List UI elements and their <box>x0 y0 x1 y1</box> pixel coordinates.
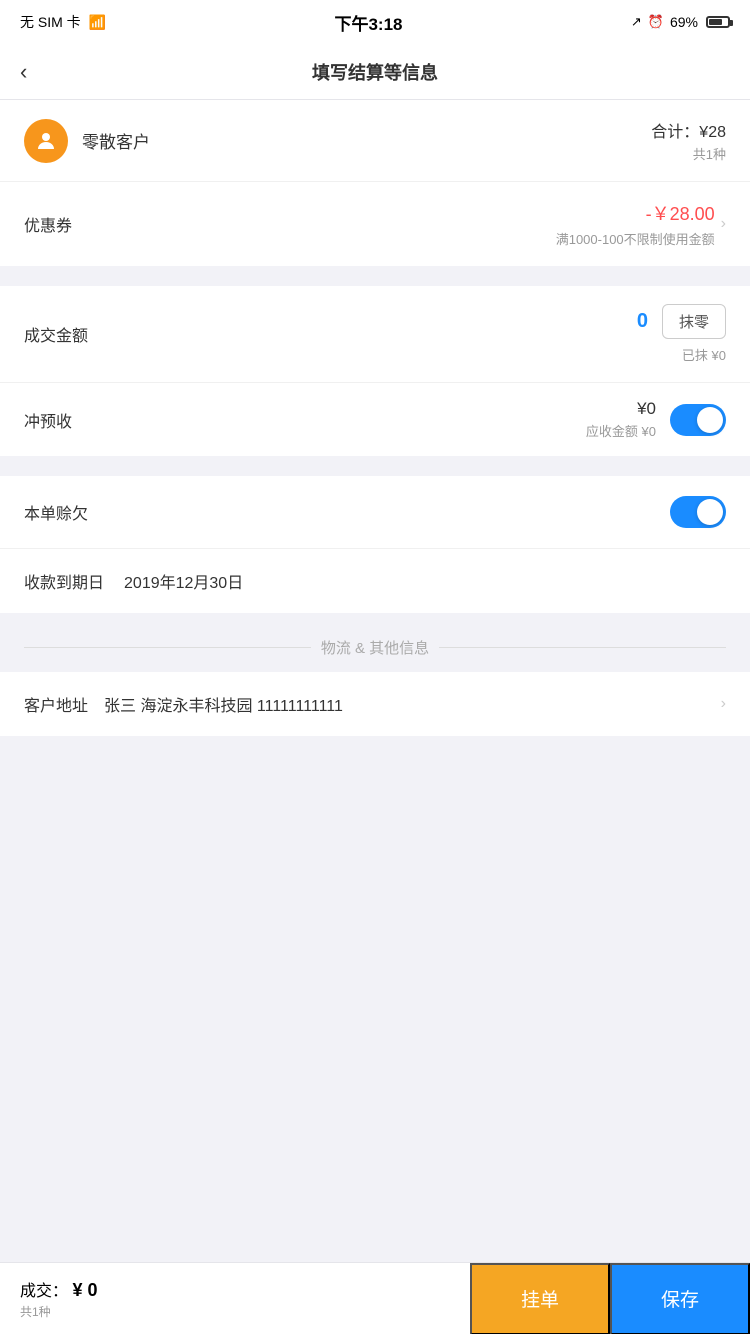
logistics-label: 物流 & 其他信息 <box>321 637 429 658</box>
chevron-right-icon: › <box>721 215 726 233</box>
debt-label: 本单赊欠 <box>24 500 88 524</box>
coupon-description: 满1000-100不限制使用金额 <box>556 229 715 248</box>
hang-button[interactable]: 挂单 <box>470 1263 610 1334</box>
address-value: 张三 海淀永丰科技园 11111111111 <box>104 692 711 716</box>
back-button[interactable]: ‹ <box>20 51 35 93</box>
customer-right: 合计：¥28 共1种 <box>651 118 726 163</box>
address-section: 客户地址 张三 海淀永丰科技园 11111111111 › <box>0 672 750 736</box>
bottom-summary-count: 共1种 <box>20 1303 450 1320</box>
content-area: 零散客户 合计：¥28 共1种 优惠券 -￥28.00 满1000-100不限制… <box>0 100 750 818</box>
deal-section: 成交金额 0 抹零 已抹 ¥0 冲预收 ¥0 应收金额 ¥0 <box>0 286 750 456</box>
coupon-right: -￥28.00 满1000-100不限制使用金额 › <box>556 200 726 248</box>
page-title: 填写结算等信息 <box>312 59 438 85</box>
status-left: 无 SIM 卡 📶 <box>20 12 106 32</box>
customer-name: 零散客户 <box>82 128 150 153</box>
battery-icon <box>706 16 730 28</box>
deal-amount: 0 <box>637 310 648 333</box>
due-date-label: 收款到期日 <box>24 569 104 593</box>
wifi-icon: 📶 <box>89 14 106 31</box>
deal-row: 成交金额 0 抹零 已抹 ¥0 <box>0 286 750 382</box>
nav-bar: ‹ 填写结算等信息 <box>0 44 750 100</box>
bottom-summary-prefix: 成交： <box>20 1283 68 1300</box>
customer-left: 零散客户 <box>24 119 150 163</box>
coupon-label: 优惠券 <box>24 212 72 236</box>
coupon-amount: -￥28.00 <box>556 200 715 226</box>
debt-toggle[interactable] <box>670 496 726 528</box>
customer-section: 零散客户 合计：¥28 共1种 优惠券 -￥28.00 满1000-100不限制… <box>0 100 750 266</box>
debt-row: 本单赊欠 <box>0 476 750 548</box>
status-time: 下午3:18 <box>334 10 402 35</box>
customer-total: 合计：¥28 <box>651 118 726 142</box>
sim-status: 无 SIM 卡 <box>20 12 81 32</box>
battery-percent: 69% <box>670 14 698 30</box>
address-row[interactable]: 客户地址 张三 海淀永丰科技园 11111111111 › <box>0 672 750 736</box>
bottom-summary-amount: ¥ 0 <box>72 1280 97 1300</box>
coupon-row[interactable]: 优惠券 -￥28.00 满1000-100不限制使用金额 › <box>0 181 750 266</box>
logistics-section-label: 物流 & 其他信息 <box>0 623 750 672</box>
divider-2 <box>0 466 750 476</box>
precollect-main: ¥0 <box>586 399 656 419</box>
debt-section: 本单赊欠 收款到期日 2019年12月30日 <box>0 476 750 613</box>
precollect-label: 冲预收 <box>24 408 72 432</box>
precollect-sub: 应收金额 ¥0 <box>586 421 656 440</box>
customer-count: 共1种 <box>651 144 726 163</box>
round-button[interactable]: 抹零 <box>662 304 726 339</box>
bottom-bar: 成交： ¥ 0 共1种 挂单 保存 <box>0 1262 750 1334</box>
customer-row: 零散客户 合计：¥28 共1种 <box>0 100 750 181</box>
divider-1 <box>0 276 750 286</box>
avatar <box>24 119 68 163</box>
due-date-value: 2019年12月30日 <box>124 569 243 593</box>
alarm-icon: ⏰ <box>648 14 664 30</box>
deal-label: 成交金额 <box>24 322 88 346</box>
status-right: ↗ ⏰ 69% <box>631 14 730 30</box>
address-label: 客户地址 <box>24 692 94 716</box>
location-icon: ↗ <box>631 14 642 30</box>
precollect-row: 冲预收 ¥0 应收金额 ¥0 <box>0 382 750 456</box>
precollect-right: ¥0 应收金额 ¥0 <box>586 399 726 440</box>
status-bar: 无 SIM 卡 📶 下午3:18 ↗ ⏰ 69% <box>0 0 750 44</box>
precollect-toggle[interactable] <box>670 404 726 436</box>
deal-deducted: 已抹 ¥0 <box>682 345 726 364</box>
save-button[interactable]: 保存 <box>610 1263 750 1334</box>
due-date-row: 收款到期日 2019年12月30日 <box>0 548 750 613</box>
bottom-summary: 成交： ¥ 0 共1种 <box>0 1277 470 1320</box>
address-chevron-icon: › <box>721 695 726 713</box>
